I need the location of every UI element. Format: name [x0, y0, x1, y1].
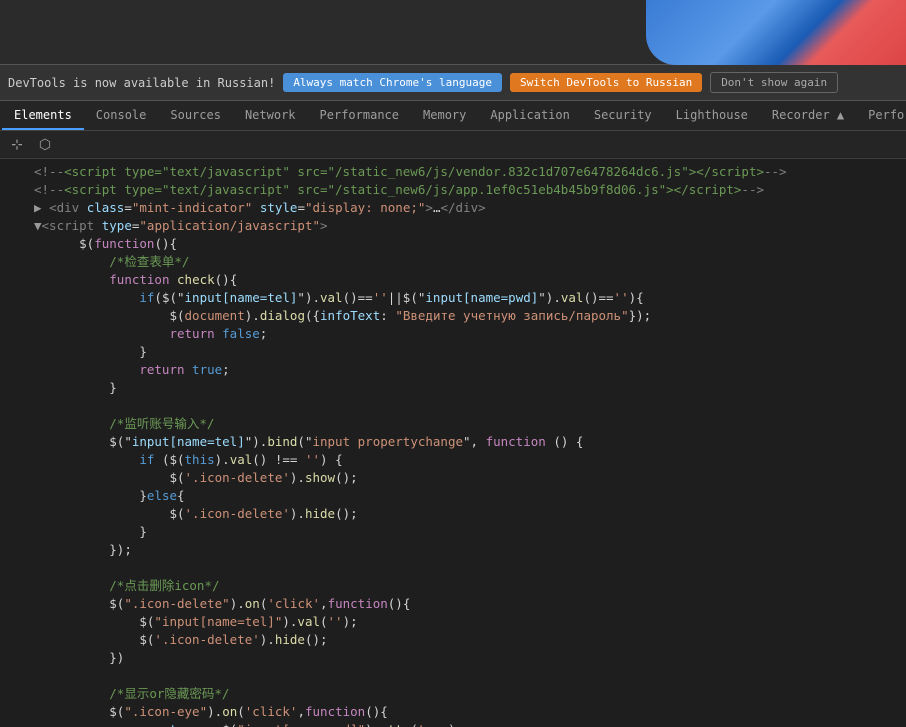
elements-toolbar: ⊹ ⬡: [0, 131, 906, 159]
devtools-window: DevTools is now available in Russian! Al…: [0, 0, 906, 727]
code-line: [0, 559, 906, 577]
switch-language-button[interactable]: Switch DevTools to Russian: [510, 73, 702, 92]
code-line: });: [0, 541, 906, 559]
match-language-button[interactable]: Always match Chrome's language: [283, 73, 502, 92]
code-line: $("input[name=tel]").val('');: [0, 613, 906, 631]
tab-performance-insights[interactable]: Performance: [856, 101, 906, 130]
code-line: <!--<script type="text/javascript" src="…: [0, 181, 906, 199]
code-line: ▼<script type="application/javascript">: [0, 217, 906, 235]
tab-elements[interactable]: Elements: [2, 101, 84, 130]
tab-performance[interactable]: Performance: [308, 101, 411, 130]
code-line: $('.icon-delete').show();: [0, 469, 906, 487]
code-line: $(function(){: [0, 235, 906, 253]
code-line: }): [0, 649, 906, 667]
tab-application[interactable]: Application: [478, 101, 581, 130]
tab-recorder[interactable]: Recorder ▲: [760, 101, 856, 130]
code-line: }: [0, 523, 906, 541]
browser-logo-area: [646, 0, 906, 65]
code-line: ▶ <div class="mint-indicator" style="dis…: [0, 199, 906, 217]
tab-console[interactable]: Console: [84, 101, 159, 130]
code-line: if ($(this).val() !== '') {: [0, 451, 906, 469]
code-line: /*显示or隐藏密码*/: [0, 685, 906, 703]
code-line: /*监听账号输入*/: [0, 415, 906, 433]
device-toolbar-button[interactable]: ⬡: [32, 133, 58, 157]
notification-message: DevTools is now available in Russian!: [8, 76, 275, 90]
code-line: $(".icon-delete").on('click',function(){: [0, 595, 906, 613]
code-line: $('.icon-delete').hide();: [0, 631, 906, 649]
devtools-tab-bar: Elements Console Sources Network Perform…: [0, 101, 906, 131]
code-line: $('.icon-delete').hide();: [0, 505, 906, 523]
code-line: $(document).dialog({infoText: "Введите у…: [0, 307, 906, 325]
code-line: $("input[name=tel]").bind("input propert…: [0, 433, 906, 451]
dismiss-notification-button[interactable]: Don't show again: [710, 72, 838, 93]
tab-memory[interactable]: Memory: [411, 101, 478, 130]
code-line: /*点击删除icon*/: [0, 577, 906, 595]
browser-top-area: [0, 0, 906, 65]
code-line: }: [0, 379, 906, 397]
code-line: <!--<script type="text/javascript" src="…: [0, 163, 906, 181]
notification-bar: DevTools is now available in Russian! Al…: [0, 65, 906, 101]
code-line: [0, 397, 906, 415]
code-line: function check(){: [0, 271, 906, 289]
tab-lighthouse[interactable]: Lighthouse: [664, 101, 760, 130]
code-line: }: [0, 343, 906, 361]
code-line: /*检查表单*/: [0, 253, 906, 271]
tab-network[interactable]: Network: [233, 101, 308, 130]
tab-sources[interactable]: Sources: [158, 101, 233, 130]
code-line: }else{: [0, 487, 906, 505]
code-line: $(".icon-eye").on('click',function(){: [0, 703, 906, 721]
code-line: return true;: [0, 361, 906, 379]
code-line: var type = $("input[name=pwd]").attr(typ…: [0, 721, 906, 727]
code-line: return false;: [0, 325, 906, 343]
elements-panel[interactable]: <!--<script type="text/javascript" src="…: [0, 159, 906, 727]
tab-security[interactable]: Security: [582, 101, 664, 130]
code-line: if($("input[name=tel]").val()==''||$("in…: [0, 289, 906, 307]
code-line: [0, 667, 906, 685]
cursor-tool-button[interactable]: ⊹: [4, 133, 30, 157]
